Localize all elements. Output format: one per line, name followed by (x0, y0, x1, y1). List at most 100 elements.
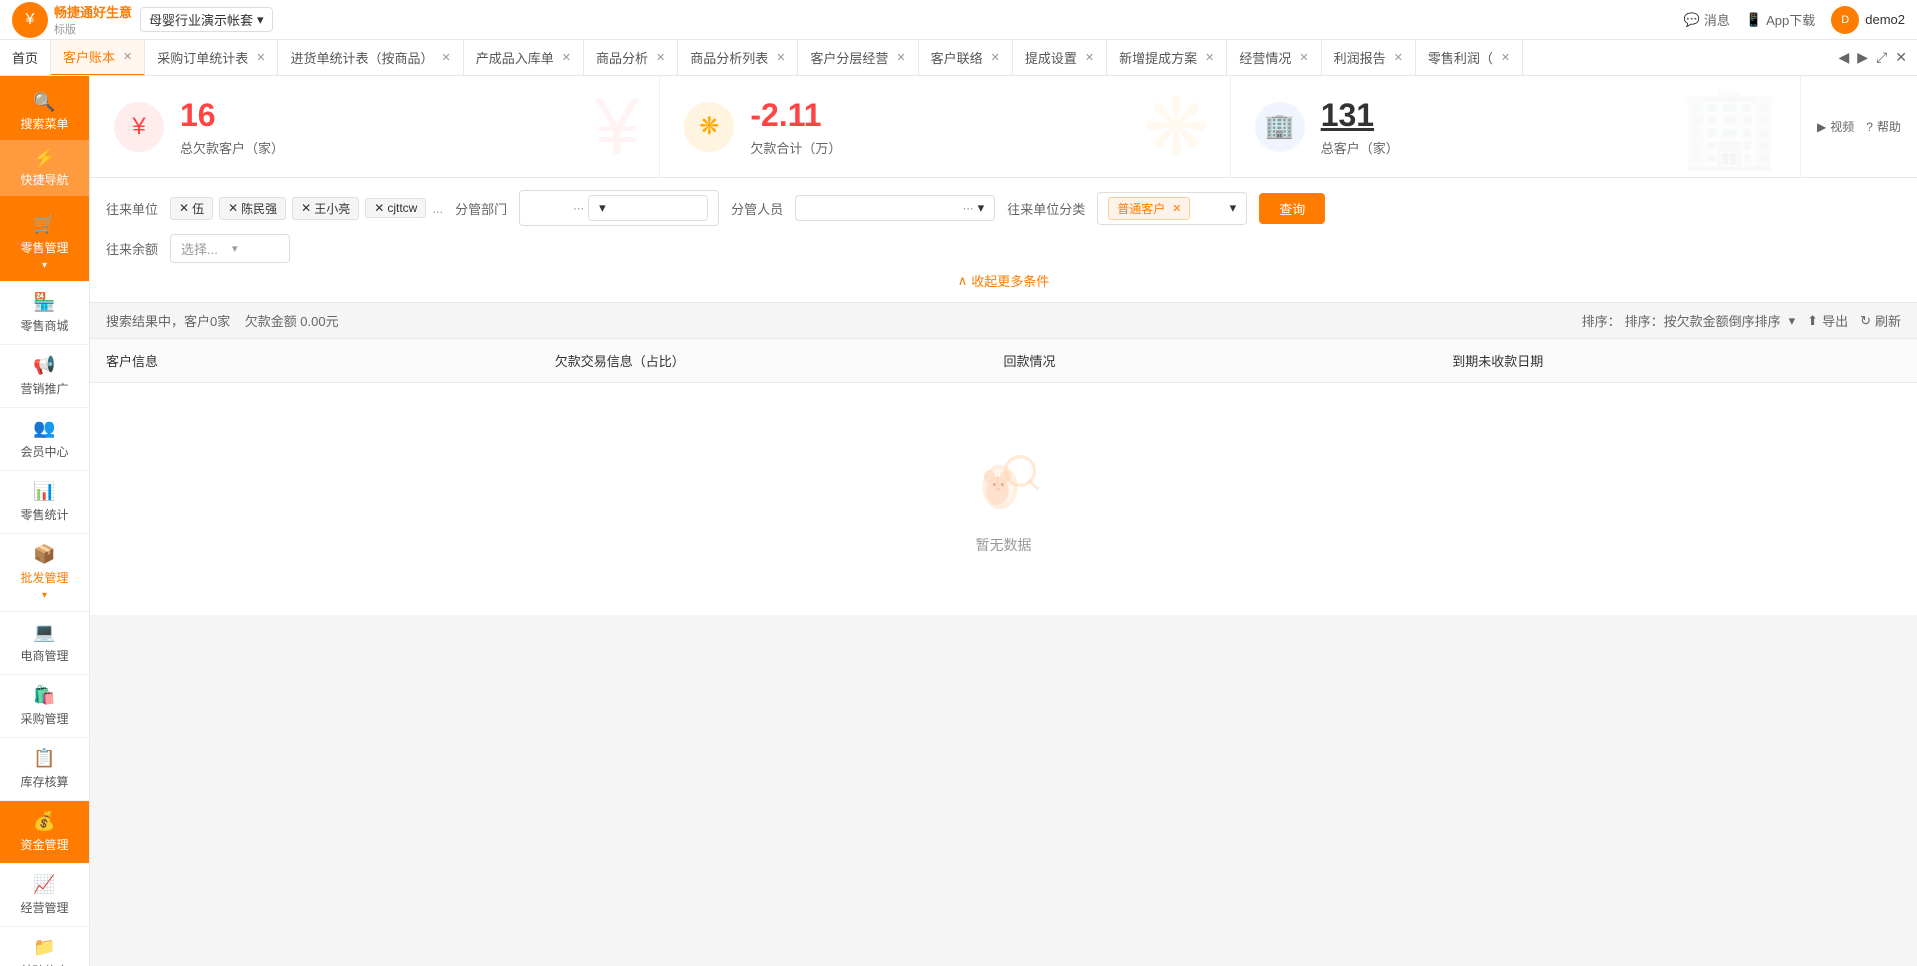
data-table: 客户信息 欠款交易信息（占比） 回款情况 到期未收款日期 (90, 339, 1917, 615)
app-download-btn[interactable]: 📱 App下载 (1746, 10, 1815, 29)
tab-retail-profit[interactable]: 零售利润（ ✕ (1416, 40, 1523, 76)
logo-text: 畅捷通好生意 标版 (54, 2, 132, 37)
dept-select[interactable]: ⋯ ▾ (519, 190, 719, 226)
close-tab-customer-contact[interactable]: ✕ (991, 51, 1000, 64)
collapse-btn[interactable]: ∧ 收起更多条件 (106, 271, 1901, 290)
close-tab-profit-report[interactable]: ✕ (1394, 51, 1403, 64)
tab-customer-contact[interactable]: 客户联络 ✕ (919, 40, 1013, 76)
table-header: 客户信息 欠款交易信息（占比） 回款情况 到期未收款日期 (90, 339, 1917, 383)
sidebar-quick-nav-btn[interactable]: ⚡ 快捷导航 (0, 140, 89, 196)
tab-commission[interactable]: 提成设置 ✕ (1013, 40, 1107, 76)
tab-profit-report[interactable]: 利润报告 ✕ (1322, 40, 1416, 76)
filter-more-tags[interactable]: ... (432, 201, 443, 216)
close-tab-customer-tier[interactable]: ✕ (896, 51, 905, 64)
operation-icon: 📈 (33, 874, 55, 895)
stats-bar: ¥ 16 总欠款客户（家） ¥ ❋ -2.11 欠款合计（万） ❋ (90, 76, 1917, 178)
stat-bg-icon-3: 🏢 (1680, 80, 1780, 174)
stat-total-clients: 🏢 131 总客户（家） 🏢 (1231, 76, 1801, 177)
filter-row-2: 往来余额 选择... ▾ (106, 234, 1901, 263)
filter-tag-cjttcw[interactable]: ✕ cjttcw (365, 198, 426, 218)
empty-illustration (964, 443, 1044, 523)
tab-customer-tier[interactable]: 客户分层经营 ✕ (798, 40, 918, 76)
close-tab-operation[interactable]: ✕ (1299, 51, 1308, 64)
user-profile[interactable]: D demo2 (1831, 6, 1905, 34)
user-avatar: D (1831, 6, 1859, 34)
retail-icon: 🛒 (33, 214, 55, 235)
close-tab-purchase-stats[interactable]: ✕ (442, 51, 451, 64)
tab-home[interactable]: 首页 (0, 40, 51, 76)
tabs-next[interactable]: ▶ (1855, 47, 1870, 68)
tab-purchase-order[interactable]: 采购订单统计表 ✕ (145, 40, 278, 76)
sidebar-item-purchase[interactable]: 🛍️ 采购管理 (0, 675, 89, 738)
close-tab-product-analysis-list[interactable]: ✕ (776, 51, 785, 64)
close-tab-product-analysis[interactable]: ✕ (656, 51, 665, 64)
sidebar-item-ecommerce[interactable]: 💻 电商管理 (0, 612, 89, 675)
sidebar-search-btn[interactable]: 🔍 搜索菜单 (0, 84, 89, 140)
sidebar-top: 🔍 搜索菜单 ⚡ 快捷导航 (0, 76, 89, 204)
finance-icon: 💰 (33, 811, 55, 832)
close-tab-purchase-order[interactable]: ✕ (256, 51, 265, 64)
filter-tags: ✕ 伍 ✕ 陈民强 ✕ 王小亮 ✕ cjttcw ... (170, 197, 443, 220)
filter-tag-wu[interactable]: ✕ 伍 (170, 197, 213, 220)
sidebar-section: 🛒 零售管理 ▾ 🏪 零售商城 📢 营销推广 👥 会员中心 📊 零售统计 (0, 204, 89, 966)
sidebar-item-marketing[interactable]: 📢 营销推广 (0, 345, 89, 408)
tabs-actions: ◀ ▶ ⤢ ✕ (1829, 47, 1917, 68)
close-tab-new-achievement[interactable]: ✕ (1205, 51, 1214, 64)
close-tab-customer-account[interactable]: ✕ (123, 50, 132, 63)
close-tab-commission[interactable]: ✕ (1085, 51, 1094, 64)
video-link[interactable]: ▶ 视频 (1817, 118, 1854, 135)
sidebar-item-finance[interactable]: 💰 资金管理 (0, 801, 89, 864)
tab-product-analysis[interactable]: 商品分析 ✕ (584, 40, 678, 76)
unit-type-label: 往来单位分类 (1007, 199, 1085, 218)
results-info: 搜索结果中，客户0家 欠款金额 0.00元 (106, 311, 339, 330)
filter-tag-wang[interactable]: ✕ 王小亮 (292, 197, 359, 220)
tabs-maximize[interactable]: ⤢ (1874, 47, 1889, 68)
help-link[interactable]: ? 帮助 (1866, 118, 1901, 135)
stat-customers-icon: ¥ (114, 102, 164, 152)
refresh-btn[interactable]: ↻ 刷新 (1860, 311, 1901, 330)
unit-type-select[interactable]: 普通客户 ✕ ▾ (1097, 192, 1247, 225)
retail-shop-icon: 🏪 (33, 292, 55, 313)
sidebar-item-retail-shop[interactable]: 🏪 零售商城 (0, 282, 89, 345)
stat-debt-values: -2.11 欠款合计（万） (750, 96, 841, 157)
tab-purchase-stats[interactable]: 进货单统计表（按商品） ✕ (278, 40, 463, 76)
close-tab-retail-profit[interactable]: ✕ (1501, 51, 1510, 64)
top-header: ¥ 畅捷通好生意 标版 母婴行业演示帐套 ▾ 💬 消息 📱 App下载 D de… (0, 0, 1917, 40)
stat-clients-icon: 🏢 (1255, 102, 1305, 152)
tab-product-inbound[interactable]: 产成品入库单 ✕ (464, 40, 584, 76)
sort-select[interactable]: 排序： 排序：按欠款金额倒序排序 ▾ (1582, 311, 1796, 330)
person-label: 分管人员 (731, 199, 783, 218)
query-button[interactable]: 查询 (1259, 193, 1325, 224)
sidebar-item-wholesale[interactable]: 📦 批发管理 ▾ (0, 534, 89, 612)
message-btn[interactable]: 💬 消息 (1684, 10, 1730, 29)
person-select[interactable]: ⋯ ▾ (795, 195, 995, 221)
tabs-close-all[interactable]: ✕ (1893, 47, 1909, 68)
logo-area: ¥ 畅捷通好生意 标版 (12, 2, 132, 38)
tab-customer-account[interactable]: 客户账本 ✕ (51, 40, 145, 76)
sidebar-item-basic[interactable]: 📁 基础信息 (0, 927, 89, 966)
header-right: 💬 消息 📱 App下载 D demo2 (1684, 6, 1905, 34)
main-layout: 🔍 搜索菜单 ⚡ 快捷导航 🛒 零售管理 ▾ 🏪 零售商城 📢 营销推广 (0, 76, 1917, 966)
filter-row-1: 往来单位 ✕ 伍 ✕ 陈民强 ✕ 王小亮 ✕ (106, 190, 1901, 226)
store-selector[interactable]: 母婴行业演示帐套 ▾ (140, 7, 273, 32)
remove-unit-type-tag[interactable]: ✕ (1172, 202, 1181, 215)
balance-select[interactable]: 选择... ▾ (170, 234, 290, 263)
export-btn[interactable]: ⬆ 导出 (1807, 311, 1848, 330)
close-tab-product-inbound[interactable]: ✕ (562, 51, 571, 64)
basic-icon: 📁 (33, 937, 55, 958)
sidebar-item-inventory[interactable]: 📋 库存核算 (0, 738, 89, 801)
unit-type-tag: 普通客户 ✕ (1108, 197, 1190, 220)
tab-operation[interactable]: 经营情况 ✕ (1227, 40, 1321, 76)
tabs-prev[interactable]: ◀ (1837, 47, 1852, 68)
balance-label: 往来余额 (106, 239, 158, 258)
sidebar-item-operation[interactable]: 📈 经营管理 (0, 864, 89, 927)
col-debt-info: 欠款交易信息（占比） (555, 351, 1004, 370)
tab-new-achievement[interactable]: 新增提成方案 ✕ (1107, 40, 1227, 76)
stat-total-customers: ¥ 16 总欠款客户（家） ¥ (90, 76, 660, 177)
sidebar-item-member[interactable]: 👥 会员中心 (0, 408, 89, 471)
tab-product-analysis-list[interactable]: 商品分析列表 ✕ (678, 40, 798, 76)
sidebar-item-retail[interactable]: 🛒 零售管理 ▾ (0, 204, 89, 282)
wholesale-icon: 📦 (33, 544, 55, 565)
sidebar-item-retail-stats[interactable]: 📊 零售统计 (0, 471, 89, 534)
filter-tag-chen[interactable]: ✕ 陈民强 (219, 197, 286, 220)
